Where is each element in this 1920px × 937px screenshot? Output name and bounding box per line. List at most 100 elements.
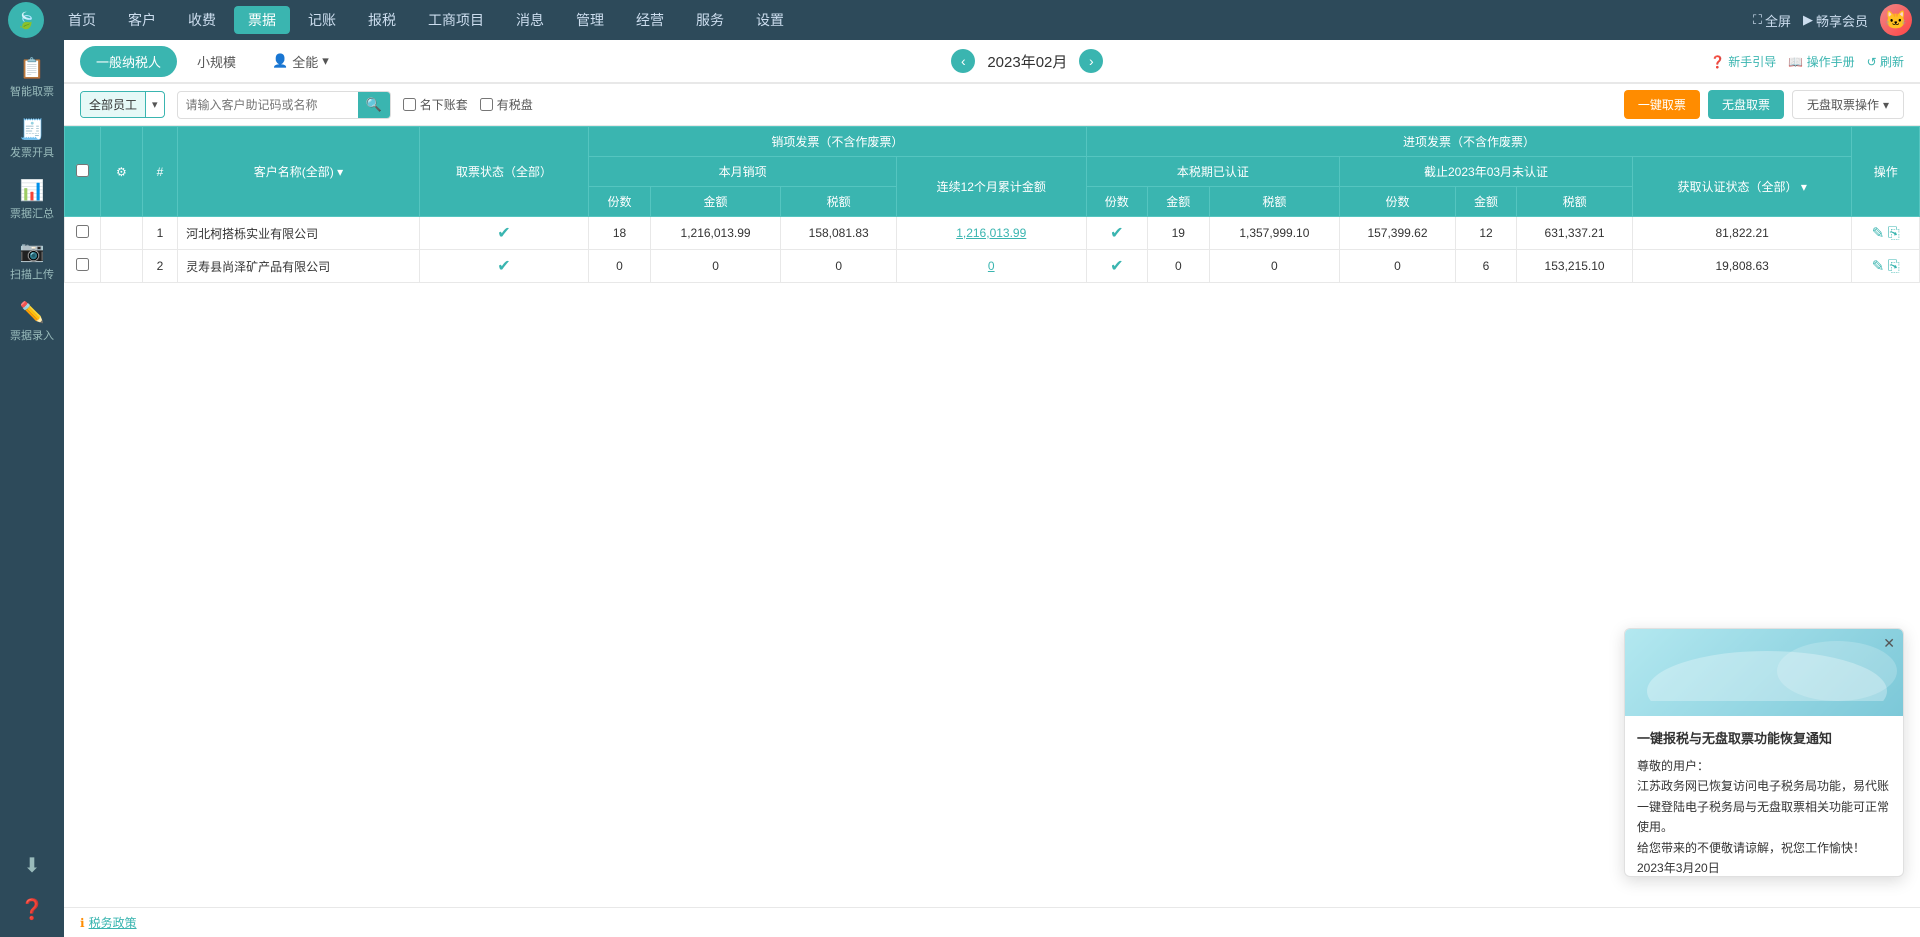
nav-service[interactable]: 服务	[682, 6, 738, 34]
sidebar-item-scan-upload[interactable]: 📷 扫描上传	[0, 231, 64, 290]
period-next-button[interactable]: ›	[1079, 49, 1103, 73]
tab-all-label: 全能	[292, 52, 318, 71]
has-tax-checkbox-wrap: 有税盘	[480, 96, 533, 113]
notification-body-text: 江苏政务网已恢复访问电子税务局功能，易代账一键登陆电子税务局与无盘取票相关功能可…	[1637, 776, 1891, 837]
row-pickup-status: ✔	[419, 217, 589, 250]
row-monthly-tax: 0	[781, 250, 897, 283]
nav-message[interactable]: 消息	[502, 6, 558, 34]
th-consecutive-12: 连续12个月累计金额	[896, 157, 1086, 217]
edit-icon[interactable]: ✎	[1872, 225, 1885, 242]
row-settings	[101, 250, 143, 283]
filter-row: 全部员工 ▾ 🔍 名下账套 有税盘 一键取票 无盘取票	[64, 84, 1920, 126]
manual-icon: 📖	[1788, 55, 1803, 69]
nav-tax[interactable]: 报税	[354, 6, 410, 34]
manual-link[interactable]: 📖 操作手册	[1788, 53, 1854, 70]
nav-business[interactable]: 工商项目	[414, 6, 498, 34]
notification-greeting: 尊敬的用户：	[1637, 756, 1891, 776]
notification-popup: ✕ 一键报税与无盘取票功能恢复通知 尊敬的用户： 江苏政务网已恢复访问电子税务局…	[1624, 628, 1904, 877]
has-tax-checkbox[interactable]	[480, 98, 493, 111]
row-monthly-qty: 18	[589, 217, 651, 250]
no-disk-ops-button[interactable]: 无盘取票操作 ▾	[1792, 90, 1904, 119]
employee-dropdown-arrow[interactable]: ▾	[146, 94, 164, 115]
notification-close-button[interactable]: ✕	[1883, 635, 1895, 652]
copy-icon[interactable]: ⎘	[1888, 258, 1900, 275]
th-pickup-status: 取票状态（全部）	[419, 127, 589, 217]
tab-small-scale[interactable]: 小规模	[181, 46, 252, 77]
th-checkbox	[65, 127, 101, 217]
scan-upload-icon: 📷	[20, 239, 45, 264]
select-all-checkbox[interactable]	[76, 164, 89, 177]
fullscreen-button[interactable]: ⛶ 全屏	[1753, 11, 1791, 30]
sidebar-label-scan-upload: 扫描上传	[10, 266, 54, 282]
guide-icon: ❓	[1710, 55, 1725, 69]
tab-all[interactable]: 👤 全能 ▾	[256, 46, 345, 77]
employee-select[interactable]: 全部员工 ▾	[80, 91, 165, 118]
period-prev-button[interactable]: ‹	[951, 49, 975, 73]
th-sales-invoice: 销项发票（不含作废票）	[589, 127, 1086, 157]
row-uncert-qty: 12	[1455, 217, 1517, 250]
tab-period-row: 一般纳税人 小规模 👤 全能 ▾ ‹ 2023年02月 ›	[64, 40, 1920, 84]
nav-right-area: ⛶ 全屏 ▶ 畅享会员 🐱	[1753, 4, 1912, 36]
th-customer-name: 客户名称(全部) ▾	[178, 127, 420, 217]
filter-icon[interactable]: ▾	[337, 165, 343, 179]
notification-date: 2023年3月20日	[1637, 858, 1891, 876]
one-key-pickup-button[interactable]: 一键取票	[1624, 90, 1700, 119]
tab-actions: ❓ 新手引导 📖 操作手册 ↺ 刷新	[1710, 53, 1904, 70]
sidebar-help-icon[interactable]: ❓	[12, 889, 52, 929]
sidebar-item-summary[interactable]: 📊 票据汇总	[0, 170, 64, 229]
search-button[interactable]: 🔍	[358, 92, 390, 118]
tab-group: 一般纳税人 小规模 👤 全能 ▾	[80, 46, 345, 77]
nav-invoice[interactable]: 票据	[234, 6, 290, 34]
row-purchase-tax: 157,399.62	[1340, 217, 1456, 250]
nav-home[interactable]: 首页	[54, 6, 110, 34]
sidebar-download-icon[interactable]: ⬇	[12, 845, 52, 885]
th-ops: 操作	[1852, 127, 1920, 217]
row-checkbox[interactable]	[65, 217, 101, 250]
nav-customer[interactable]: 客户	[114, 6, 170, 34]
edit-icon[interactable]: ✎	[1872, 258, 1885, 275]
name-account-checkbox-wrap: 名下账套	[403, 96, 468, 113]
nav-settings[interactable]: 设置	[742, 6, 798, 34]
nav-manage[interactable]: 管理	[562, 6, 618, 34]
member-button[interactable]: ▶ 畅享会员	[1803, 11, 1868, 30]
new-guide-link[interactable]: ❓ 新手引导	[1710, 53, 1776, 70]
nav-operation[interactable]: 经营	[622, 6, 678, 34]
copy-icon[interactable]: ⎘	[1888, 225, 1900, 242]
row-no: 1	[142, 217, 178, 250]
tab-general-label: 一般纳税人	[96, 52, 161, 71]
tab-all-icon: 👤	[272, 53, 288, 69]
name-account-label: 名下账套	[420, 96, 468, 113]
row-purchase-qty: 19	[1148, 217, 1210, 250]
row-uncert-amount: 153,215.10	[1517, 250, 1633, 283]
cert-filter-icon[interactable]: ▾	[1801, 180, 1807, 194]
table-row: 2 灵寿县尚泽矿产品有限公司 ✔ 0 0 0 0 ✔ 0 0 0 6 153,2…	[65, 250, 1920, 283]
user-avatar[interactable]: 🐱	[1880, 4, 1912, 36]
no-disk-pickup-button[interactable]: 无盘取票	[1708, 90, 1784, 119]
row-monthly-amount: 1,216,013.99	[650, 217, 781, 250]
search-input[interactable]	[178, 94, 358, 116]
th-uncert-qty: 份数	[1340, 187, 1456, 217]
no-disk-ops-label: 无盘取票操作	[1807, 96, 1879, 113]
tab-general-taxpayer[interactable]: 一般纳税人	[80, 46, 177, 77]
sidebar-item-entry[interactable]: ✏️ 票据录入	[0, 292, 64, 351]
svg-text:🍃: 🍃	[16, 11, 36, 30]
notification-apology: 给您带来的不便敬请谅解，祝您工作愉快！	[1637, 838, 1891, 858]
sidebar-item-invoice-issue[interactable]: 🧾 发票开具	[0, 109, 64, 168]
notification-header: ✕	[1625, 629, 1903, 716]
row-uncert-tax: 19,808.63	[1632, 250, 1852, 283]
row-uncert-tax: 81,822.21	[1632, 217, 1852, 250]
nav-bookkeeping[interactable]: 记账	[294, 6, 350, 34]
row-consecutive-12: 1,216,013.99	[896, 217, 1086, 250]
notification-header-graphic	[1637, 641, 1897, 701]
refresh-link[interactable]: ↺ 刷新	[1867, 53, 1904, 70]
tax-policy-link[interactable]: 税务政策	[89, 914, 137, 931]
settings-icon[interactable]: ⚙	[116, 165, 127, 179]
sidebar-label-summary: 票据汇总	[10, 205, 54, 221]
logo-icon: 🍃	[8, 2, 44, 38]
name-account-checkbox[interactable]	[403, 98, 416, 111]
nav-fee[interactable]: 收费	[174, 6, 230, 34]
row-checkbox[interactable]	[65, 250, 101, 283]
row-monthly-tax: 158,081.83	[781, 217, 897, 250]
sidebar-item-smart-pickup[interactable]: 📋 智能取票	[0, 48, 64, 107]
row-purchase-tax: 0	[1340, 250, 1456, 283]
